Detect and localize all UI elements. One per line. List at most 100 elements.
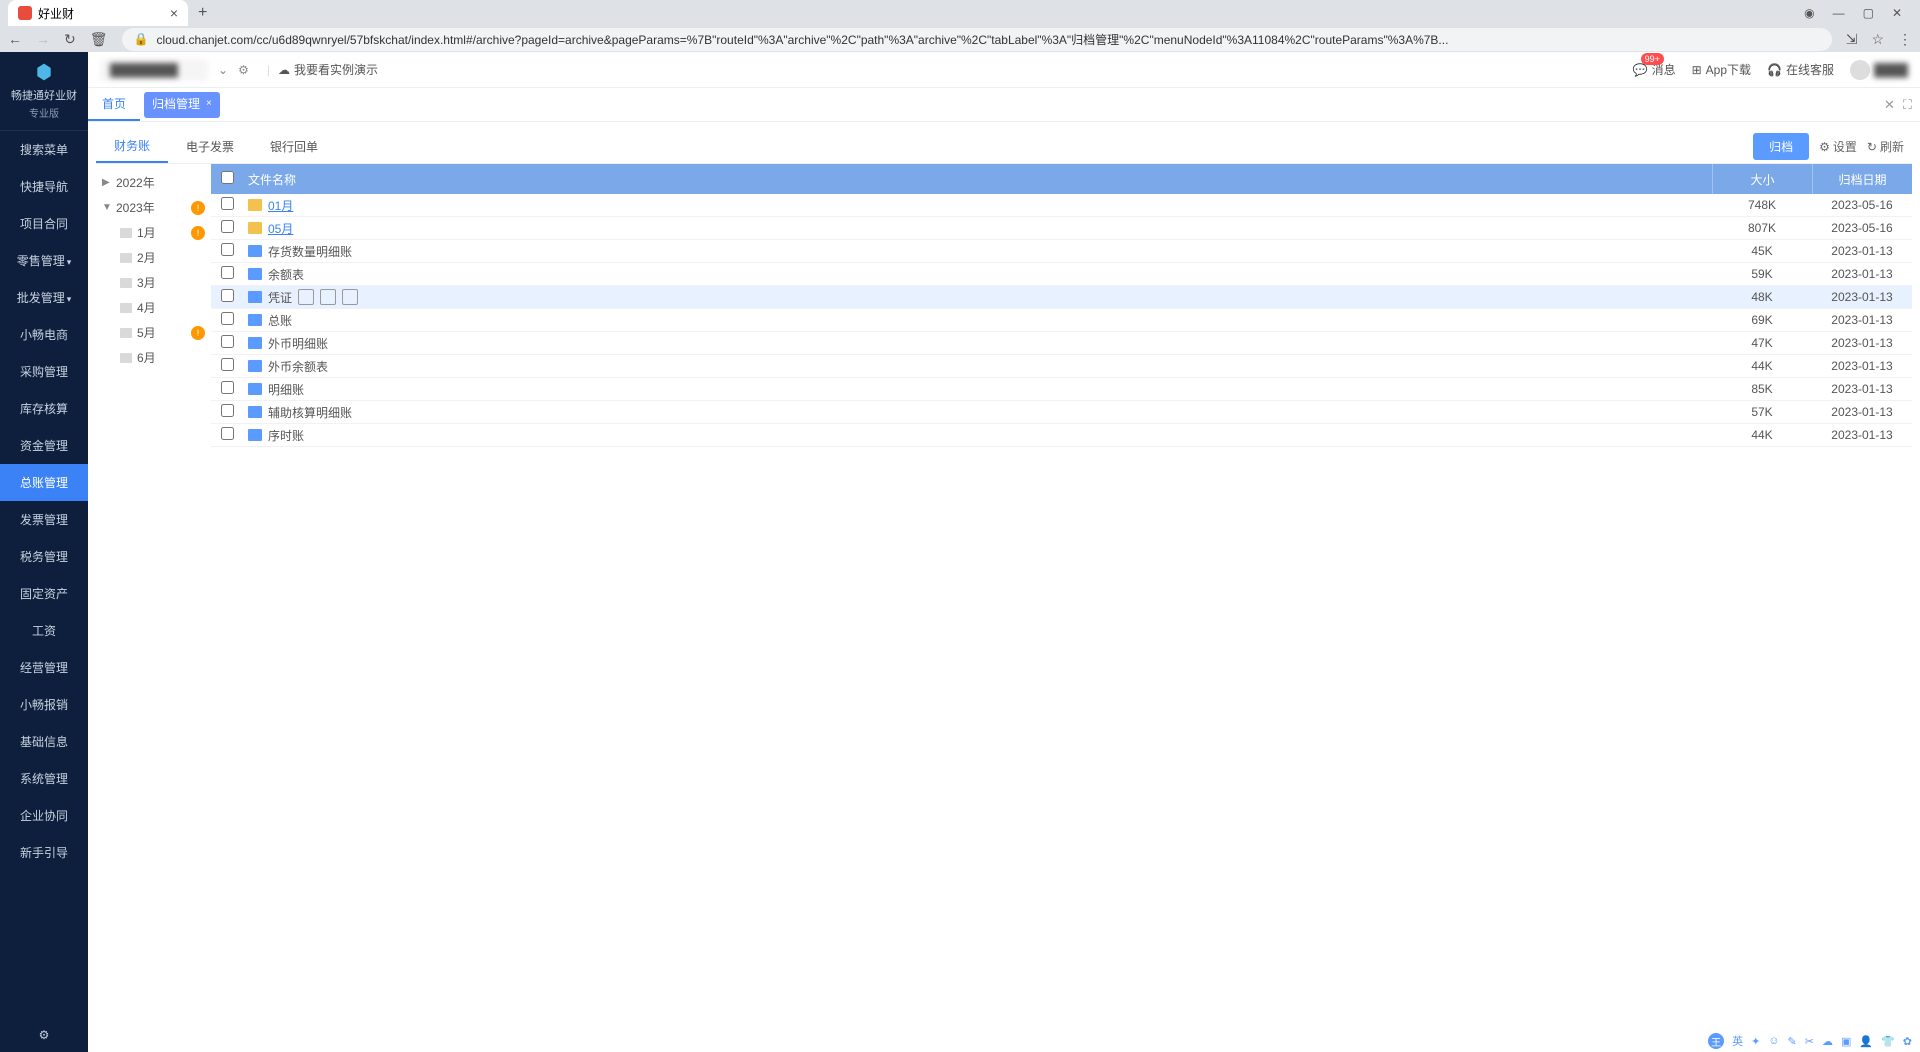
company-dropdown-icon[interactable]: ⌄ [218, 63, 228, 77]
table-row[interactable]: 外币余额表 44K 2023-01-13 [211, 355, 1912, 378]
ime-scissors-icon[interactable]: ✂ [1805, 1035, 1814, 1048]
select-all-checkbox[interactable] [221, 171, 234, 184]
settings-button[interactable]: ⚙设置 [1819, 138, 1857, 155]
sidebar-item-9[interactable]: 总账管理 [0, 464, 88, 501]
row-checkbox[interactable] [221, 335, 234, 348]
delete-icon[interactable]: 🗑 [90, 31, 108, 48]
row-checkbox[interactable] [221, 289, 234, 302]
download-icon[interactable] [298, 289, 314, 305]
minimize-icon[interactable]: — [1833, 6, 1845, 20]
table-row[interactable]: 05月 807K 2023-05-16 [211, 217, 1912, 240]
new-tab-button[interactable]: + [198, 4, 207, 22]
row-checkbox[interactable] [221, 358, 234, 371]
table-row[interactable]: 凭证 48K 2023-01-13 [211, 286, 1912, 309]
sidebar-item-15[interactable]: 小畅报销 [0, 686, 88, 723]
user-menu[interactable]: ████ [1850, 60, 1908, 80]
reload-button[interactable]: ↻ [64, 31, 76, 48]
tab-archive[interactable]: 归档管理 × [144, 92, 220, 118]
tree-node-2023[interactable]: ▼ 2023年 ! [100, 195, 207, 220]
back-button[interactable]: ← [8, 31, 22, 47]
sidebar-item-11[interactable]: 税务管理 [0, 538, 88, 575]
subtab-invoice[interactable]: 电子发票 [168, 130, 252, 163]
ime-shirt-icon[interactable]: 👕 [1881, 1035, 1895, 1048]
row-checkbox[interactable] [221, 404, 234, 417]
support-button[interactable]: 🎧 在线客服 [1767, 61, 1834, 78]
row-checkbox[interactable] [221, 427, 234, 440]
row-checkbox[interactable] [221, 243, 234, 256]
file-link[interactable]: 01月 [268, 197, 293, 214]
table-row[interactable]: 01月 748K 2023-05-16 [211, 194, 1912, 217]
sidebar-item-14[interactable]: 经营管理 [0, 649, 88, 686]
ime-user-icon[interactable]: 👤 [1859, 1035, 1873, 1048]
sidebar-item-3[interactable]: 零售管理▾ [0, 242, 88, 279]
file-link[interactable]: 05月 [268, 220, 293, 237]
sidebar-item-5[interactable]: 小畅电商 [0, 316, 88, 353]
table-row[interactable]: 明细账 85K 2023-01-13 [211, 378, 1912, 401]
ime-logo-icon[interactable]: 王 [1708, 1033, 1724, 1049]
tree-month-1[interactable]: 1月! [118, 220, 207, 245]
preview-icon[interactable] [342, 289, 358, 305]
sidebar-item-7[interactable]: 库存核算 [0, 390, 88, 427]
ime-edit-icon[interactable]: ✎ [1788, 1035, 1797, 1048]
row-checkbox[interactable] [221, 197, 234, 210]
forward-button[interactable]: → [36, 31, 50, 47]
subtab-finance[interactable]: 财务账 [96, 130, 168, 163]
table-row[interactable]: 辅助核算明细账 57K 2023-01-13 [211, 401, 1912, 424]
sidebar-item-13[interactable]: 工资 [0, 612, 88, 649]
ime-gear-icon[interactable]: ✿ [1903, 1035, 1912, 1048]
company-selector[interactable]: ████████ [100, 59, 208, 81]
sidebar-item-18[interactable]: 企业协同 [0, 797, 88, 834]
maximize-icon[interactable]: ▢ [1863, 6, 1874, 20]
table-row[interactable]: 总账 69K 2023-01-13 [211, 309, 1912, 332]
sidebar-item-19[interactable]: 新手引导 [0, 834, 88, 871]
tab-close-icon[interactable]: × [170, 5, 178, 21]
browser-tab[interactable]: 好业财 × [8, 0, 188, 26]
sidebar-item-6[interactable]: 采购管理 [0, 353, 88, 390]
sidebar-item-8[interactable]: 资金管理 [0, 427, 88, 464]
ime-smile-icon[interactable]: ☺ [1768, 1035, 1779, 1047]
fullscreen-icon[interactable]: ⛶ [1903, 97, 1912, 113]
tree-month-5[interactable]: 5月! [118, 320, 207, 345]
install-icon[interactable]: ⇲ [1846, 31, 1858, 48]
row-checkbox[interactable] [221, 381, 234, 394]
sidebar-item-16[interactable]: 基础信息 [0, 723, 88, 760]
tree-month-4[interactable]: 4月 [118, 295, 207, 320]
sidebar-item-4[interactable]: 批发管理▾ [0, 279, 88, 316]
close-all-icon[interactable]: ✕ [1884, 97, 1895, 113]
sidebar-item-2[interactable]: 项目合同 [0, 205, 88, 242]
sidebar-item-12[interactable]: 固定资产 [0, 575, 88, 612]
tab-home[interactable]: 首页 [88, 88, 140, 121]
sidebar-item-17[interactable]: 系统管理 [0, 760, 88, 797]
company-settings-icon[interactable]: ⚙ [238, 63, 249, 77]
close-window-icon[interactable]: ✕ [1892, 6, 1902, 20]
archive-button[interactable]: 归档 [1753, 133, 1809, 160]
download-button[interactable]: ⊞ App下载 [1692, 61, 1751, 78]
ime-icon[interactable]: ✦ [1751, 1035, 1760, 1048]
subtab-bank[interactable]: 银行回单 [252, 130, 336, 163]
table-row[interactable]: 余额表 59K 2023-01-13 [211, 263, 1912, 286]
more-icon[interactable]: ⋮ [1898, 31, 1912, 48]
row-checkbox[interactable] [221, 266, 234, 279]
shield-icon[interactable]: ◉ [1804, 6, 1814, 20]
table-row[interactable]: 序时账 44K 2023-01-13 [211, 424, 1912, 447]
sidebar-item-0[interactable]: 搜索菜单 [0, 131, 88, 168]
tree-month-2[interactable]: 2月 [118, 245, 207, 270]
ime-pic-icon[interactable]: ▣ [1841, 1035, 1851, 1048]
row-checkbox[interactable] [221, 312, 234, 325]
tree-node-2022[interactable]: ▶ 2022年 [100, 170, 207, 195]
refresh-button[interactable]: ↻刷新 [1867, 138, 1904, 155]
demo-link[interactable]: ☁ 我要看实例演示 [278, 61, 378, 78]
ime-lang[interactable]: 英 [1732, 1033, 1743, 1049]
tree-month-3[interactable]: 3月 [118, 270, 207, 295]
export-icon[interactable] [320, 289, 336, 305]
row-checkbox[interactable] [221, 220, 234, 233]
url-bar[interactable]: 🔒 cloud.chanjet.com/cc/u6d89qwnryel/57bf… [122, 28, 1832, 51]
sidebar-item-10[interactable]: 发票管理 [0, 501, 88, 538]
star-icon[interactable]: ☆ [1871, 31, 1884, 48]
tree-month-6[interactable]: 6月 [118, 345, 207, 370]
sidebar-settings-icon[interactable]: ⚙ [0, 1018, 88, 1052]
ime-cloud-icon[interactable]: ☁ [1822, 1035, 1833, 1048]
table-row[interactable]: 存货数量明细账 45K 2023-01-13 [211, 240, 1912, 263]
sidebar-item-1[interactable]: 快捷导航 [0, 168, 88, 205]
tab-close-icon[interactable]: × [206, 98, 212, 109]
